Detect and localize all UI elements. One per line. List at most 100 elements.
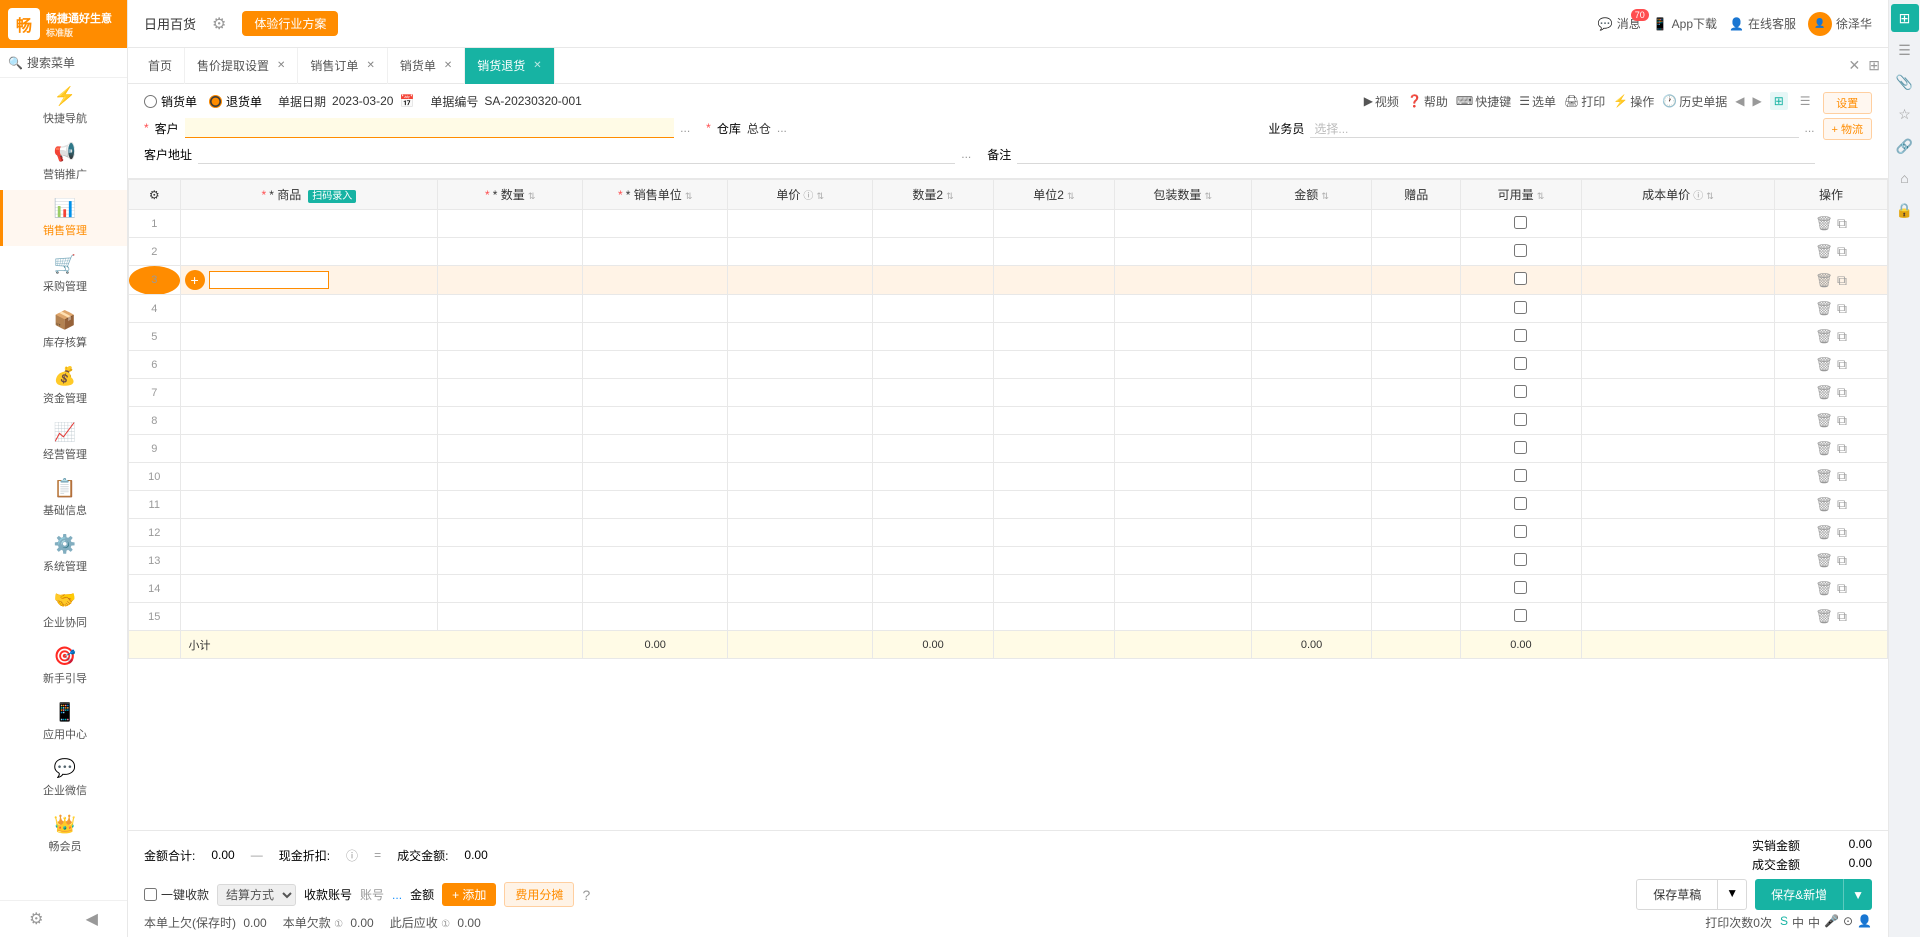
price-info-icon[interactable]: ⓘ [803,191,813,202]
price-cell[interactable] [728,519,873,547]
quantity-cell[interactable] [438,603,583,631]
copy-row-btn[interactable]: ⧉ [1837,215,1847,232]
print-btn[interactable]: 🖨 打印 [1564,93,1605,110]
package-cell[interactable] [1114,603,1251,631]
agent-picker-btn[interactable]: ... [1805,121,1815,135]
sidebar-item-marketing[interactable]: 📢 营销推广 [0,134,127,190]
app-download-btn[interactable]: 📱 App下载 [1653,15,1717,32]
qty2-cell[interactable] [873,295,994,323]
unit-cell[interactable] [583,519,728,547]
cost-cell[interactable] [1581,295,1774,323]
product-cell[interactable] [180,295,438,323]
warehouse-picker-btn[interactable]: ... [777,121,787,135]
cn-icon[interactable]: 中 [1792,914,1804,931]
product-cell[interactable] [180,547,438,575]
package-cell[interactable] [1114,266,1251,295]
user-profile-btn[interactable]: 👤 徐泽华 [1808,12,1872,36]
unit-cell[interactable] [583,575,728,603]
price-cell[interactable] [728,575,873,603]
price-cell[interactable] [728,351,873,379]
gift-cell[interactable] [1372,266,1461,295]
tab-price[interactable]: 售价提取设置 ✕ [185,48,298,84]
person-icon[interactable]: 👤 [1857,914,1872,931]
cost-cell[interactable] [1581,519,1774,547]
cost-cell[interactable] [1581,379,1774,407]
price-cell[interactable] [728,603,873,631]
qty2-cell[interactable] [873,323,994,351]
gift-checkbox[interactable] [1514,329,1527,342]
tab-home[interactable]: 首页 [136,48,185,84]
package-cell[interactable] [1114,491,1251,519]
quantity-cell[interactable] [438,238,583,266]
sidebar-settings-btn[interactable]: ⚙ [29,909,43,929]
quantity-cell[interactable] [438,435,583,463]
sidebar-item-guide[interactable]: 🎯 新手引导 [0,638,127,694]
sidebar-item-system[interactable]: ⚙️ 系统管理 [0,526,127,582]
copy-row-btn[interactable]: ⧉ [1837,608,1847,625]
package-cell[interactable] [1114,407,1251,435]
gift-cell[interactable] [1372,547,1461,575]
logistics-btn[interactable]: + 物流 [1823,118,1872,140]
qty2-cell[interactable] [873,379,994,407]
unit2-cell[interactable] [993,547,1114,575]
prev-record-btn[interactable]: ◀ [1735,94,1744,108]
product-cell[interactable] [180,575,438,603]
right-panel-form-btn[interactable]: ⊞ [1891,4,1919,32]
search-menu[interactable]: 🔍 搜索菜单 [0,48,127,78]
unit2-cell[interactable] [993,435,1114,463]
product-cell[interactable] [180,379,438,407]
cost-cell[interactable] [1581,323,1774,351]
discount-info-icon[interactable]: ⓘ [346,847,358,864]
save-new-btn[interactable]: 保存&新增 [1755,879,1843,910]
cost-cell[interactable] [1581,266,1774,295]
next-record-btn[interactable]: ▶ [1752,94,1761,108]
radio-sale-input[interactable] [144,95,157,108]
right-panel-home-btn[interactable]: ⌂ [1891,164,1919,192]
delete-row-btn[interactable]: 🗑 [1815,215,1833,232]
gift-checkbox[interactable] [1514,301,1527,314]
list-view-btn[interactable]: ☰ [1796,92,1815,110]
cost-info-icon[interactable]: ⓘ [1693,191,1703,202]
unit2-cell[interactable] [993,575,1114,603]
date-value[interactable]: 2023-03-20 [332,94,393,108]
customer-picker-btn[interactable]: ... [680,121,690,135]
product-cell[interactable] [180,435,438,463]
cost-cell[interactable] [1581,547,1774,575]
delete-row-btn[interactable]: 🗑 [1815,580,1833,597]
delete-row-btn[interactable]: 🗑 [1815,468,1833,485]
quantity-cell[interactable] [438,491,583,519]
sidebar-item-inventory[interactable]: 📦 库存核算 [0,302,127,358]
circle-icon[interactable]: ⊙ [1843,914,1853,931]
gift-checkbox[interactable] [1514,581,1527,594]
sidebar-item-business[interactable]: 📈 经营管理 [0,414,127,470]
package-cell[interactable] [1114,575,1251,603]
gift-checkbox[interactable] [1514,609,1527,622]
delete-row-btn[interactable]: 🗑 [1815,384,1833,401]
unit-cell[interactable] [583,351,728,379]
unit-cell[interactable] [583,463,728,491]
qty2-cell[interactable] [873,351,994,379]
gift-cell[interactable] [1372,491,1461,519]
gift-cell[interactable] [1372,323,1461,351]
amount-cell[interactable] [1251,379,1372,407]
unit2-cell[interactable] [993,266,1114,295]
package-cell[interactable] [1114,379,1251,407]
quantity-cell[interactable] [438,323,583,351]
amount-cell[interactable] [1251,519,1372,547]
cost-cell[interactable] [1581,407,1774,435]
sidebar-item-sales[interactable]: 📊 销售管理 [0,190,127,246]
sidebar-item-apps[interactable]: 📱 应用中心 [0,694,127,750]
copy-row-btn[interactable]: ⧉ [1837,496,1847,513]
package-cell[interactable] [1114,435,1251,463]
price-cell[interactable] [728,407,873,435]
quantity-cell[interactable] [438,379,583,407]
tab-returns-close[interactable]: ✕ [533,60,541,71]
gift-checkbox[interactable] [1514,525,1527,538]
quantity-cell[interactable] [438,266,583,295]
gift-checkbox[interactable] [1514,553,1527,566]
delete-row-btn[interactable]: 🗑 [1815,272,1833,289]
radio-return-input[interactable] [209,95,222,108]
qty2-cell[interactable] [873,210,994,238]
add-row-btn[interactable]: + [185,270,205,290]
copy-row-btn[interactable]: ⧉ [1837,412,1847,429]
